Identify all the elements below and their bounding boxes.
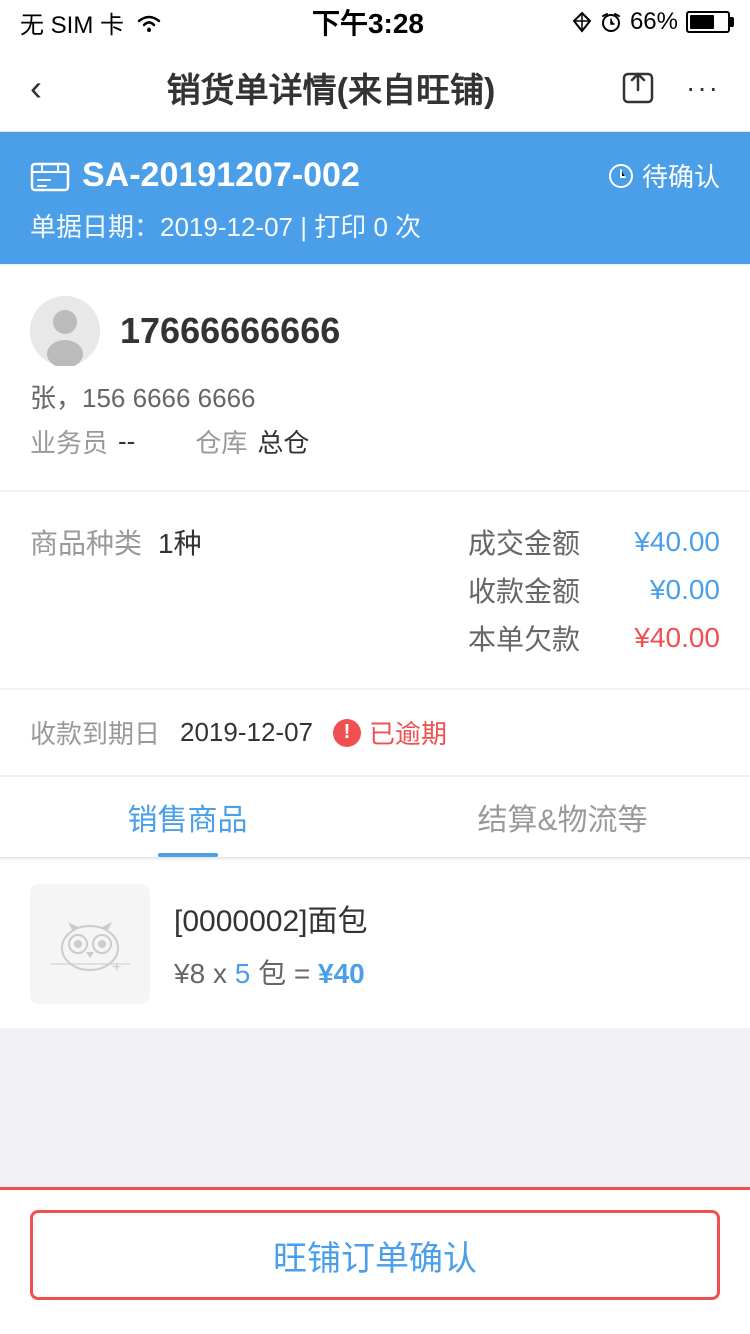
avatar (30, 296, 100, 366)
status-bar: 无 SIM 卡 下午3:28 66% (0, 0, 750, 44)
carrier-text: 无 SIM 卡 (20, 5, 124, 40)
amount-label: 成交金额 (468, 522, 580, 562)
wifi-icon (134, 11, 164, 33)
salesman-value: -- (118, 426, 135, 457)
clock-icon (608, 163, 634, 189)
due-date-value: 2019-12-07 (180, 717, 313, 748)
order-header: SA-20191207-002 待确认 单据日期：2019-12-07 | 打印… (0, 132, 750, 264)
due-label: 收款到期日 (30, 714, 160, 751)
battery-text: 66% (630, 8, 678, 36)
received-amount: 收款金额 ¥0.00 (468, 570, 720, 610)
order-icon (30, 160, 70, 192)
order-status-text: 待确认 (642, 157, 720, 194)
order-header-top: SA-20191207-002 待确认 (30, 156, 720, 195)
transaction-amount: 成交金额 ¥40.00 (468, 522, 720, 562)
product-image: + (30, 884, 150, 1004)
warehouse-info: 仓库 总仓 (195, 423, 309, 460)
received-value: ¥0.00 (600, 574, 720, 606)
amount-value: ¥40.00 (600, 526, 720, 558)
debt-amount: 本单欠款 ¥40.00 (468, 618, 720, 658)
confirm-order-button[interactable]: 旺铺订单确认 (30, 1210, 720, 1300)
overdue-warning-icon: ! (333, 719, 361, 747)
more-button[interactable]: ··· (686, 72, 720, 104)
bottom-bar: 旺铺订单确认 (0, 1187, 750, 1334)
back-button[interactable]: ‹ (30, 67, 42, 109)
share-icon[interactable] (620, 70, 656, 106)
product-qty: 5 (235, 958, 251, 989)
image-placeholder: + (50, 914, 130, 974)
overdue-text: 已逾期 (369, 714, 447, 751)
overdue-badge: ! 已逾期 (333, 714, 447, 751)
nav-bar: ‹ 销货单详情(来自旺铺) ··· (0, 44, 750, 132)
type-label: 商品种类 (30, 522, 142, 562)
tabs-section: 销售商品 结算&物流等 (0, 777, 750, 858)
status-bar-right: 66% (572, 8, 730, 36)
product-item: + [0000002]面包 ¥8 x 5 包 = ¥40 (30, 884, 720, 1004)
status-bar-left: 无 SIM 卡 (20, 5, 164, 40)
order-status: 待确认 (608, 157, 720, 194)
summary-section: 商品种类 1种 成交金额 ¥40.00 收款金额 ¥0.00 本单欠款 ¥40.… (0, 492, 750, 688)
location-icon (572, 11, 592, 33)
order-id-row: SA-20191207-002 (30, 156, 360, 195)
debt-value: ¥40.00 (600, 622, 720, 654)
product-name: [0000002]面包 (174, 896, 720, 940)
order-date: 单据日期：2019-12-07 | 打印 0 次 (30, 207, 720, 244)
product-section: + [0000002]面包 ¥8 x 5 包 = ¥40 (0, 860, 750, 1028)
due-date-section: 收款到期日 2019-12-07 ! 已逾期 (0, 690, 750, 775)
customer-section: 17666666666 张，156 6666 6666 业务员 -- 仓库 总仓 (0, 266, 750, 490)
customer-top: 17666666666 (30, 296, 720, 366)
svg-text:+: + (112, 959, 121, 974)
page-title: 销货单详情(来自旺铺) (167, 63, 496, 112)
product-info: [0000002]面包 ¥8 x 5 包 = ¥40 (174, 896, 720, 992)
customer-meta: 业务员 -- 仓库 总仓 (30, 423, 720, 460)
product-price: ¥8 x 5 包 = ¥40 (174, 952, 720, 992)
amounts: 成交金额 ¥40.00 收款金额 ¥0.00 本单欠款 ¥40.00 (468, 522, 720, 658)
tab-sales-product[interactable]: 销售商品 (0, 777, 375, 857)
warehouse-label: 仓库 (195, 423, 247, 460)
status-bar-time: 下午3:28 (312, 2, 424, 42)
warehouse-value: 总仓 (257, 423, 309, 460)
salesman-info: 业务员 -- (30, 423, 135, 460)
battery-indicator (686, 11, 730, 33)
debt-label: 本单欠款 (468, 618, 580, 658)
received-label: 收款金额 (468, 570, 580, 610)
product-type: 商品种类 1种 (30, 522, 202, 562)
tabs-row: 销售商品 结算&物流等 (0, 777, 750, 858)
nav-actions: ··· (620, 70, 720, 106)
owl-logo-icon: + (50, 914, 130, 974)
tab-settlement[interactable]: 结算&物流等 (375, 777, 750, 857)
type-value: 1种 (158, 522, 202, 562)
salesman-label: 业务员 (30, 423, 108, 460)
customer-phone: 17666666666 (120, 310, 340, 352)
alarm-icon (600, 11, 622, 33)
product-total: ¥40 (318, 958, 365, 989)
customer-name-detail: 张，156 6666 6666 (30, 378, 720, 415)
order-id-text: SA-20191207-002 (82, 156, 360, 195)
